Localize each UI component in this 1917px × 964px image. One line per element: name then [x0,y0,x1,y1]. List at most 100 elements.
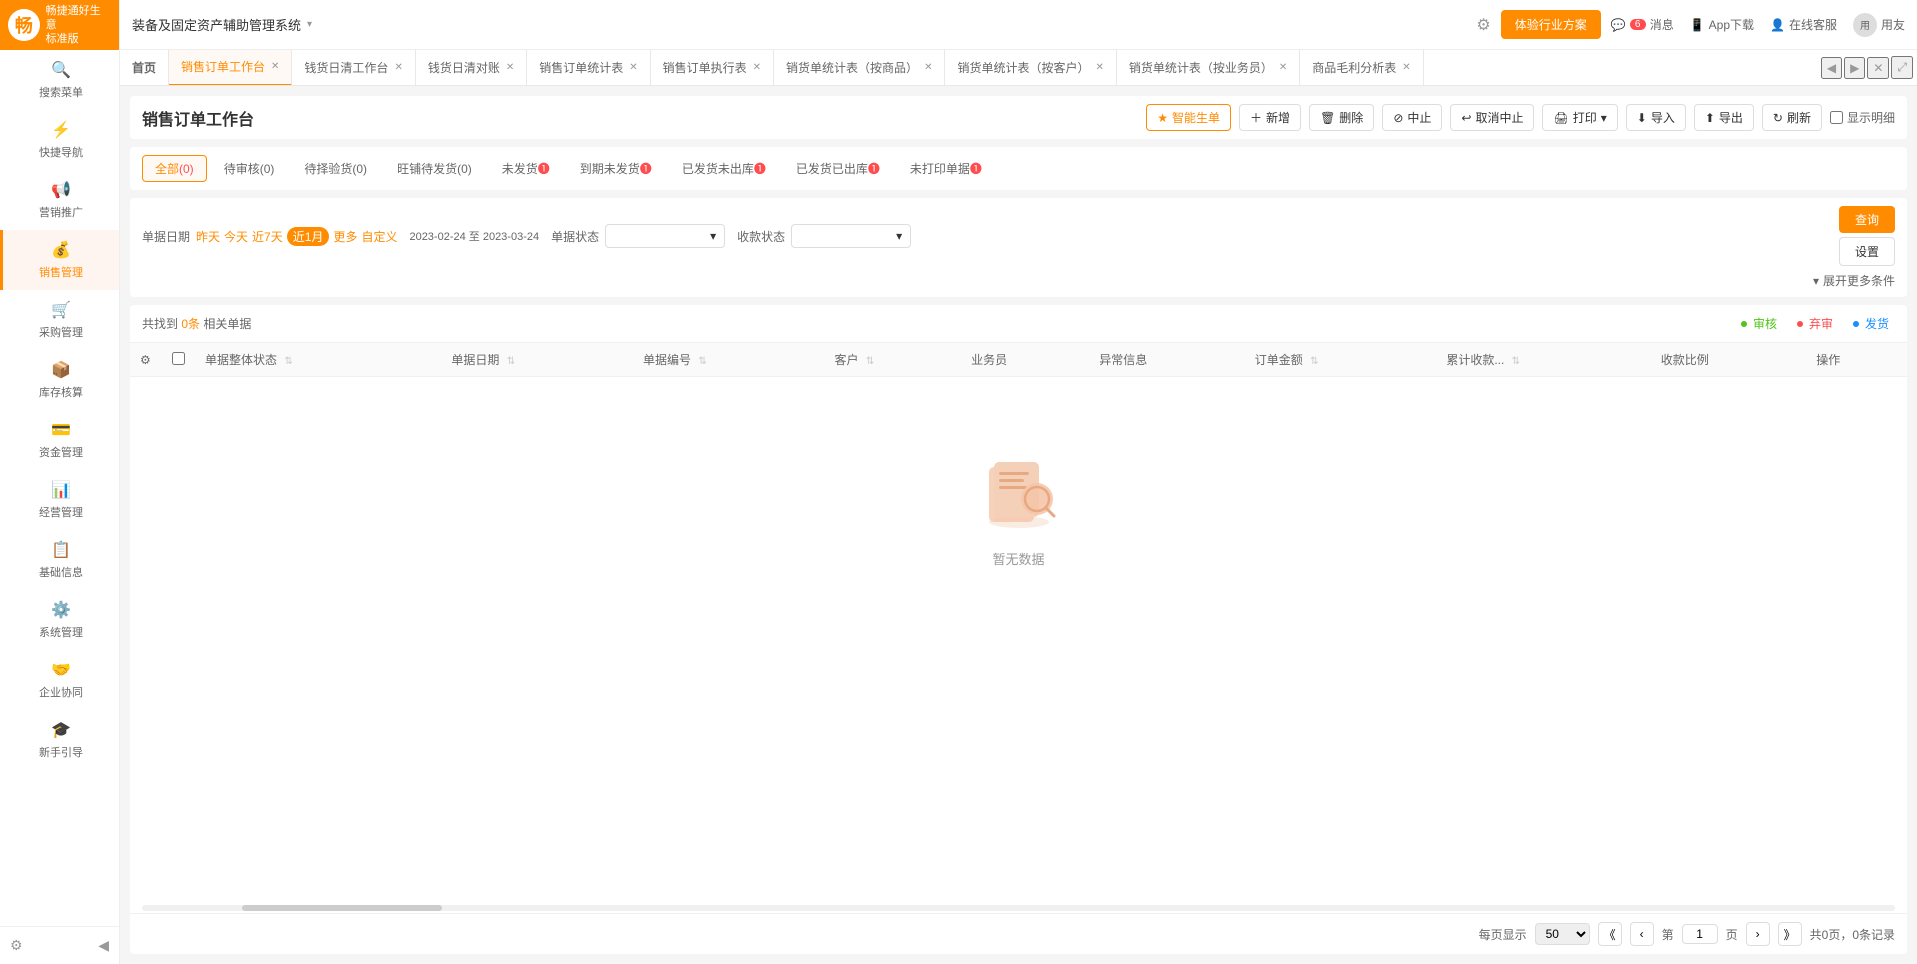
tab-sales-customer-close[interactable]: ✕ [1095,62,1103,73]
tab-sales-stats[interactable]: 销售订单统计表 ✕ [527,50,650,86]
cancel-stop-button[interactable]: ↩ 取消中止 [1450,104,1534,131]
col-cumulative[interactable]: 累计收款... ⇅ [1436,343,1650,377]
set-button[interactable]: 设置 [1839,237,1895,266]
sidebar-item-inventory[interactable]: 📦 库存核算 [0,350,119,410]
system-dropdown-arrow[interactable]: ▾ [307,19,312,30]
filter-tab-shipped-out[interactable]: 已发货已出库❶ [783,155,893,182]
sidebar-item-operations[interactable]: 📊 经营管理 [0,470,119,530]
user-group[interactable]: 用 用友 [1853,13,1905,37]
col-date[interactable]: 单据日期 ⇅ [441,343,633,377]
show-detail-checkbox[interactable]: 显示明细 [1830,109,1895,126]
print-button[interactable]: 🖨 打印 ▾ [1542,104,1617,131]
tab-sales-exec-close[interactable]: ✕ [753,62,761,73]
sidebar-item-marketing[interactable]: 📢 营销推广 [0,170,119,230]
tab-reconciliation[interactable]: 钱货日清对账 ✕ [416,50,527,86]
sidebar-item-basic[interactable]: 📋 基础信息 [0,530,119,590]
scroll-thumb[interactable] [242,905,442,911]
tab-sales-workbench[interactable]: 销售订单工作台 ✕ [169,50,292,86]
page-input[interactable] [1682,924,1718,944]
filter-tab-shipped-not-out[interactable]: 已发货未出库❶ [669,155,779,182]
col-customer[interactable]: 客户 ⇅ [824,343,961,377]
filter-tab-not-printed[interactable]: 未打印单据❶ [897,155,995,182]
filter-tab-overdue-not-shipped[interactable]: 到期未发货❶ [567,155,665,182]
date-1month[interactable]: 近1月 [287,227,330,246]
date-custom[interactable]: 自定义 [361,228,397,245]
tab-sales-exec[interactable]: 销售订单执行表 ✕ [651,50,774,86]
expand-conditions-button[interactable]: ▾ 展开更多条件 [1813,272,1895,289]
tab-sales-product-close[interactable]: ✕ [924,62,932,73]
col-status[interactable]: 单据整体状态 ⇅ [195,343,441,377]
query-button[interactable]: 查询 [1839,206,1895,233]
settings-footer-icon[interactable]: ⚙ [10,937,23,954]
date-7days[interactable]: 近7天 [252,228,283,245]
sidebar-item-system[interactable]: ⚙️ 系统管理 [0,590,119,650]
revoke-button[interactable]: 弃审 [1791,313,1839,334]
page-prev-button[interactable]: ‹ [1630,922,1654,946]
col-date-sort[interactable]: ⇅ [507,356,515,367]
approve-button[interactable]: 审核 [1735,313,1783,334]
filter-tab-not-shipped[interactable]: 未发货❶ [489,155,563,182]
payment-select[interactable]: ▾ [791,224,911,248]
tab-sales-stats-close[interactable]: ✕ [629,62,637,73]
sidebar-item-sales[interactable]: 💰 销售管理 [0,230,119,290]
col-salesman[interactable]: 业务员 [961,343,1089,377]
sidebar-item-search[interactable]: 🔍 搜索菜单 [0,50,119,110]
tab-scroll-left[interactable]: ◀ [1821,57,1842,79]
tab-gross-profit-close[interactable]: ✕ [1402,62,1410,73]
col-abnormal[interactable]: 异常信息 [1089,343,1245,377]
online-service-group[interactable]: 👤 在线客服 [1770,16,1837,33]
date-today[interactable]: 今天 [224,228,248,245]
filter-tab-pending-review[interactable]: 待审核(0) [211,155,288,182]
tab-gross-profit[interactable]: 商品毛利分析表 ✕ [1300,50,1423,86]
sidebar-item-guide[interactable]: 🎓 新手引导 [0,710,119,770]
tab-sales-customer[interactable]: 销货单统计表（按客户） ✕ [945,50,1116,86]
export-button[interactable]: ⬆ 导出 [1694,104,1754,131]
page-next-button[interactable]: › [1746,922,1770,946]
sidebar-item-collaboration[interactable]: 🤝 企业协同 [0,650,119,710]
col-amount-sort[interactable]: ⇅ [1310,356,1318,367]
tab-home[interactable]: 首页 [120,50,169,86]
date-yesterday[interactable]: 昨天 [196,228,220,245]
col-customer-sort[interactable]: ⇅ [866,356,874,367]
horizontal-scrollbar[interactable] [142,905,1895,913]
status-select[interactable]: ▾ [605,224,725,248]
tab-cash-daily[interactable]: 钱货日清工作台 ✕ [292,50,415,86]
filter-tab-wangpu[interactable]: 旺铺待发货(0) [384,155,485,182]
stop-button[interactable]: ⊘ 中止 [1382,104,1442,131]
sidebar-item-purchase[interactable]: 🛒 采购管理 [0,290,119,350]
col-number-sort[interactable]: ⇅ [698,356,706,367]
tab-maximize[interactable]: ⤢ [1891,56,1913,79]
message-group[interactable]: 💬 6 消息 [1611,16,1674,33]
col-amount[interactable]: 订单金额 ⇅ [1245,343,1437,377]
smart-generate-button[interactable]: 智能生单 [1146,104,1231,131]
industry-btn[interactable]: 体验行业方案 [1501,10,1601,39]
tab-scroll-right[interactable]: ▶ [1844,57,1865,79]
col-number[interactable]: 单据编号 ⇅ [633,343,825,377]
add-button[interactable]: ＋ 新增 [1239,104,1301,131]
tab-close-current[interactable]: ✕ [1867,57,1889,79]
tab-sales-salesman-close[interactable]: ✕ [1279,62,1287,73]
page-size-select[interactable]: 50 100 200 [1535,923,1590,945]
tab-sales-workbench-close[interactable]: ✕ [271,61,279,72]
select-all-checkbox[interactable] [172,352,185,365]
filter-tab-all[interactable]: 全部(0) [142,155,207,182]
col-settings[interactable]: ⚙ [130,343,162,377]
tab-reconciliation-close[interactable]: ✕ [506,62,514,73]
app-download-group[interactable]: 📱 App下载 [1690,16,1754,33]
filter-tab-pending-inspection[interactable]: 待择验货(0) [291,155,380,182]
tab-cash-daily-close[interactable]: ✕ [394,62,402,73]
import-button[interactable]: ⬇ 导入 [1626,104,1686,131]
sidebar-item-quicknav[interactable]: ⚡ 快捷导航 [0,110,119,170]
delete-button[interactable]: 🗑 删除 [1309,104,1374,131]
tab-sales-product[interactable]: 销货单统计表（按商品） ✕ [774,50,945,86]
date-more[interactable]: 更多 [333,228,357,245]
tab-sales-salesman[interactable]: 销货单统计表（按业务员） ✕ [1117,50,1300,86]
show-detail-input[interactable] [1830,111,1843,124]
ship-button[interactable]: 发货 [1847,313,1895,334]
refresh-button[interactable]: ↻ 刷新 [1762,104,1822,131]
page-last-button[interactable]: 》 [1778,922,1802,946]
header-settings-icon[interactable]: ⚙ [1476,15,1490,35]
col-checkbox[interactable] [162,343,195,377]
collapse-icon[interactable]: ◀ [98,937,109,954]
page-first-button[interactable]: 《 [1598,922,1622,946]
